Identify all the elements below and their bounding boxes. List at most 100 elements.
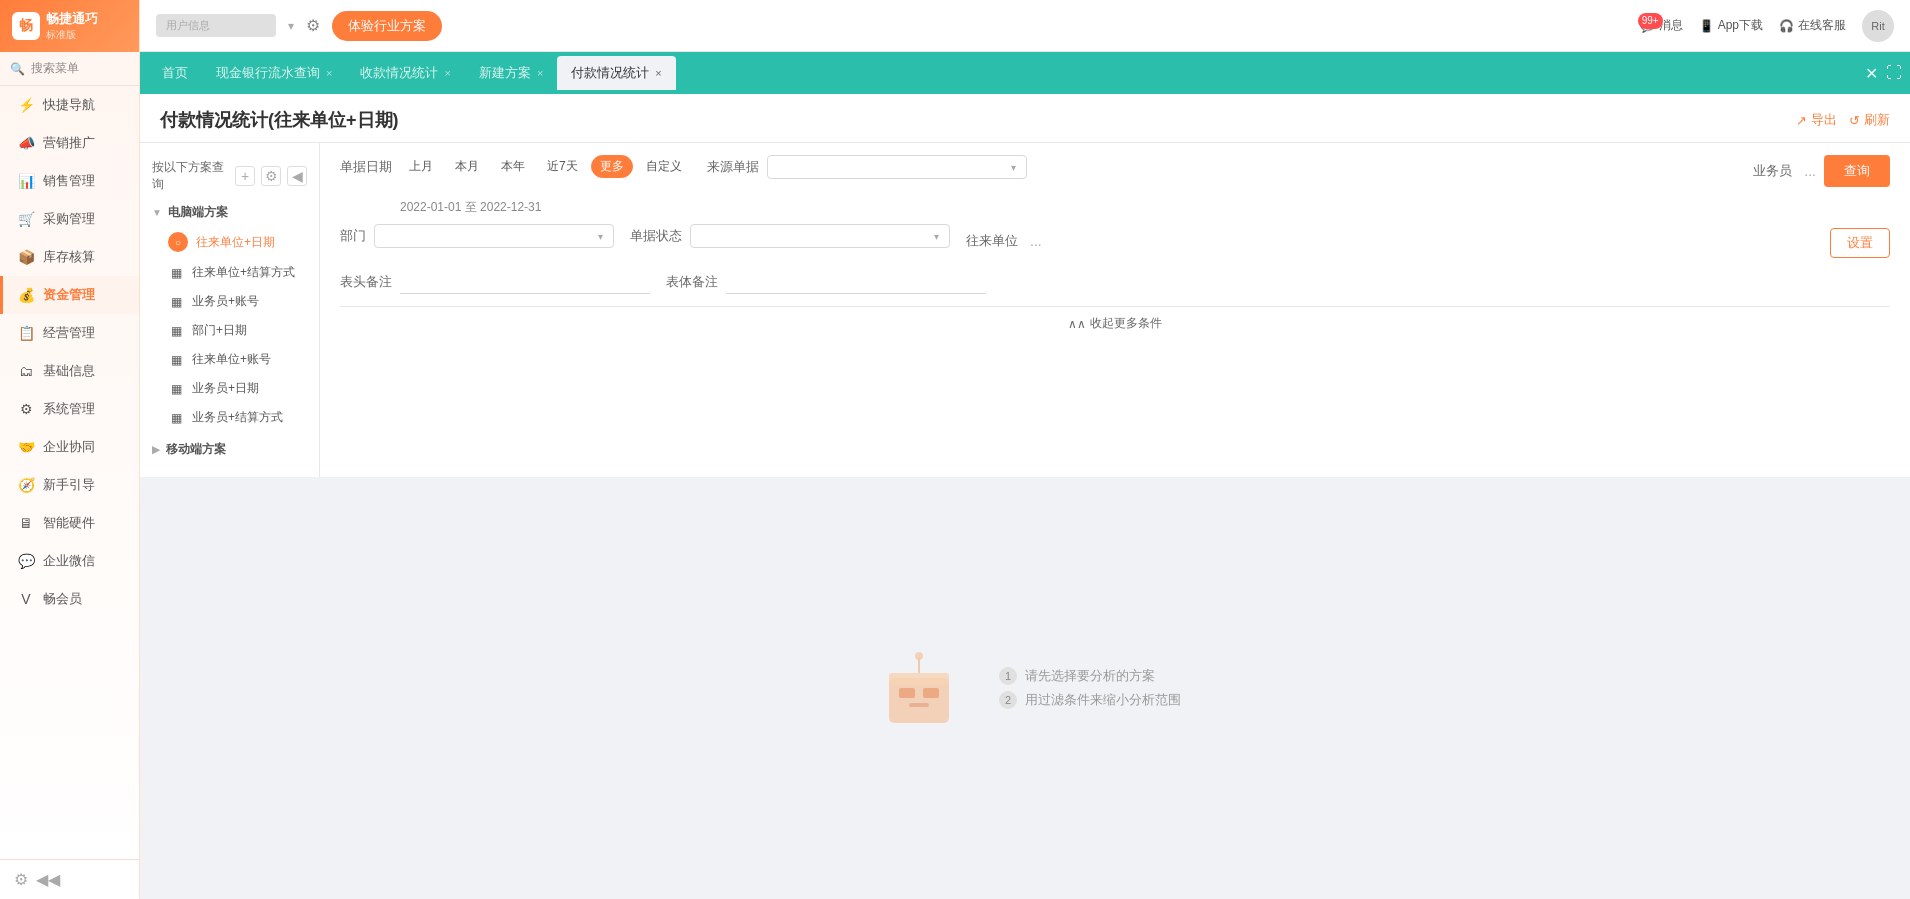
dept-select[interactable]: ▾ <box>374 224 614 248</box>
tabbar-actions: ✕ ⛶ <box>1865 64 1902 83</box>
scheme-item-unit-payment[interactable]: ▦ 往来单位+结算方式 <box>140 258 319 287</box>
app-download-icon: 📱 <box>1699 19 1714 33</box>
export-icon: ↗ <box>1796 113 1807 128</box>
finance-icon: 💰 <box>17 286 35 304</box>
sidebar-footer: ⚙ ◀◀ <box>0 859 139 899</box>
refresh-btn[interactable]: ↺ 刷新 <box>1849 111 1890 129</box>
sidebar-item-label: 企业协同 <box>43 438 95 456</box>
partner-input[interactable]: ... <box>1030 233 1042 249</box>
sidebar-item-enterprise[interactable]: 🤝 企业协同 <box>0 428 139 466</box>
sidebar-item-finance[interactable]: 💰 资金管理 <box>0 276 139 314</box>
query-btn[interactable]: 查询 <box>1824 155 1890 187</box>
sidebar-item-system[interactable]: ⚙ 系统管理 <box>0 390 139 428</box>
scheme-item-unit-account[interactable]: ▦ 往来单位+账号 <box>140 345 319 374</box>
sidebar-item-label: 快捷导航 <box>43 96 95 114</box>
status-filter-field: 单据状态 ▾ <box>630 224 950 248</box>
header-note-label: 表头备注 <box>340 273 392 291</box>
sidebar-item-operations[interactable]: 📋 经营管理 <box>0 314 139 352</box>
scheme-group-pc: ▼ 电脑端方案 ○ 往来单位+日期 ▦ 往来单位+结算方式 ▦ 业务员+账号 <box>140 199 319 432</box>
date-btn-last-7days[interactable]: 近7天 <box>538 155 587 178</box>
sidebar-item-label: 营销推广 <box>43 134 95 152</box>
trial-btn[interactable]: 体验行业方案 <box>332 11 442 41</box>
guide-icon: 🧭 <box>17 476 35 494</box>
user-dropdown-icon[interactable]: ▾ <box>288 19 294 33</box>
member-icon: V <box>17 590 35 608</box>
date-btn-custom[interactable]: 自定义 <box>637 155 691 178</box>
tab-home[interactable]: 首页 <box>148 56 202 90</box>
sidebar-item-basic[interactable]: 🗂 基础信息 <box>0 352 139 390</box>
scheme-item-label: 往来单位+账号 <box>192 351 271 368</box>
search-menu-label: 搜索菜单 <box>31 60 79 77</box>
scheme-panel-title: 按以下方案查询 <box>152 159 235 193</box>
tab-payment-stats[interactable]: 付款情况统计 × <box>557 56 675 90</box>
date-btn-last-month[interactable]: 上月 <box>400 155 442 178</box>
footer-collapse-icon[interactable]: ◀◀ <box>36 870 60 889</box>
user-avatar[interactable]: Rit <box>1862 10 1894 42</box>
status-select[interactable]: ▾ <box>690 224 950 248</box>
date-btn-this-year[interactable]: 本年 <box>492 155 534 178</box>
footer-settings-icon[interactable]: ⚙ <box>14 870 28 889</box>
empty-svg-illustration <box>869 638 969 738</box>
sidebar-item-purchase[interactable]: 🛒 采购管理 <box>0 200 139 238</box>
scheme-collapse-btn[interactable]: ◀ <box>287 166 307 186</box>
sidebar-item-guide[interactable]: 🧭 新手引导 <box>0 466 139 504</box>
header-note-input[interactable] <box>400 270 650 294</box>
refresh-icon: ↺ <box>1849 113 1860 128</box>
scheme-settings-btn[interactable]: ⚙ <box>261 166 281 186</box>
sidebar-item-sales[interactable]: 📊 销售管理 <box>0 162 139 200</box>
date-btn-this-month[interactable]: 本月 <box>446 155 488 178</box>
sidebar-item-quick-nav[interactable]: ⚡ 快捷导航 <box>0 86 139 124</box>
scheme-item-salesperson-account[interactable]: ▦ 业务员+账号 <box>140 287 319 316</box>
search-menu[interactable]: 🔍 搜索菜单 <box>0 52 139 86</box>
scheme-add-btn[interactable]: + <box>235 166 255 186</box>
source-select[interactable]: ▾ <box>767 155 1027 179</box>
scheme-group-mobile-title[interactable]: ▶ 移动端方案 <box>140 436 319 463</box>
tab-expand-icon[interactable]: ⛶ <box>1886 64 1902 82</box>
sidebar-item-inventory[interactable]: 📦 库存核算 <box>0 238 139 276</box>
sidebar-item-marketing[interactable]: 📣 营销推广 <box>0 124 139 162</box>
sidebar-item-label: 经营管理 <box>43 324 95 342</box>
settings-btn[interactable]: 设置 <box>1830 228 1890 258</box>
tab-bank-flow-close[interactable]: × <box>326 67 332 79</box>
sidebar-item-label: 畅会员 <box>43 590 82 608</box>
tab-payment-stats-close[interactable]: × <box>655 67 661 79</box>
scheme-item-icon: ▦ <box>168 323 184 339</box>
tab-new-scheme[interactable]: 新建方案 × <box>465 56 557 90</box>
export-btn[interactable]: ↗ 导出 <box>1796 111 1837 129</box>
tab-bank-flow[interactable]: 现金银行流水查询 × <box>202 56 346 90</box>
tab-close-all-icon[interactable]: ✕ <box>1865 64 1878 83</box>
collapse-icon: ∧∧ <box>1068 317 1086 331</box>
sidebar-item-label: 企业微信 <box>43 552 95 570</box>
sidebar-item-wechat[interactable]: 💬 企业微信 <box>0 542 139 580</box>
svg-point-6 <box>915 652 923 660</box>
scheme-item-label: 部门+日期 <box>192 322 247 339</box>
scheme-item-unit-date[interactable]: ○ 往来单位+日期 <box>140 226 319 258</box>
tab-receipt-stats[interactable]: 收款情况统计 × <box>346 56 464 90</box>
scheme-group-mobile: ▶ 移动端方案 <box>140 436 319 463</box>
online-service-action[interactable]: 🎧 在线客服 <box>1779 17 1846 34</box>
empty-hints: 1 请先选择要分析的方案 2 用过滤条件来缩小分析范围 <box>999 667 1181 709</box>
salesperson-input[interactable]: ... <box>1804 163 1816 179</box>
scheme-item-icon: ▦ <box>168 381 184 397</box>
scheme-item-dept-date[interactable]: ▦ 部门+日期 <box>140 316 319 345</box>
date-btn-more[interactable]: 更多 <box>591 155 633 178</box>
page-header-actions: ↗ 导出 ↺ 刷新 <box>1796 111 1890 129</box>
tab-new-scheme-close[interactable]: × <box>537 67 543 79</box>
body-note-input[interactable] <box>726 270 986 294</box>
sidebar-item-member[interactable]: V 畅会员 <box>0 580 139 618</box>
scheme-item-salesperson-date[interactable]: ▦ 业务员+日期 <box>140 374 319 403</box>
sidebar-item-hardware[interactable]: 🖥 智能硬件 <box>0 504 139 542</box>
topbar-settings-icon[interactable]: ⚙ <box>306 16 320 35</box>
app-name: 畅捷通巧 <box>46 10 98 28</box>
header-note-field: 表头备注 <box>340 270 650 294</box>
date-filter-field: 单据日期 上月 本月 本年 近7天 更多 自定义 <box>340 155 691 178</box>
sidebar: 畅 畅捷通巧 标准版 🔍 搜索菜单 ⚡ 快捷导航 📣 营销推广 📊 销售管理 🛒… <box>0 0 140 899</box>
scheme-group-pc-title[interactable]: ▼ 电脑端方案 <box>140 199 319 226</box>
message-action[interactable]: 💬 99+ 消息 <box>1640 17 1683 34</box>
collapse-bar[interactable]: ∧∧ 收起更多条件 <box>340 306 1890 340</box>
scheme-item-salesperson-payment[interactable]: ▦ 业务员+结算方式 <box>140 403 319 432</box>
app-download-action[interactable]: 📱 App下载 <box>1699 17 1763 34</box>
app-edition: 标准版 <box>46 28 98 42</box>
tab-receipt-stats-close[interactable]: × <box>444 67 450 79</box>
scheme-panel: 按以下方案查询 + ⚙ ◀ ▼ 电脑端方案 ○ 往来单位+日期 <box>140 143 320 477</box>
